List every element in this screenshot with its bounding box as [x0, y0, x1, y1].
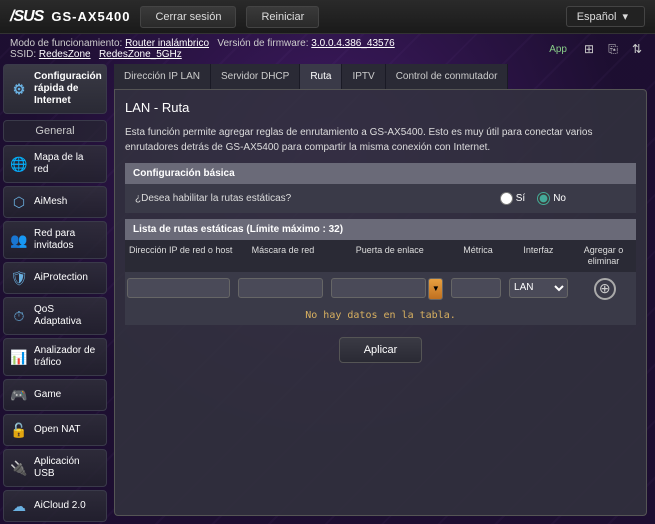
empty-table-message: No hay datos en la tabla. — [125, 306, 636, 325]
nav-general-6[interactable]: 🎮 Game — [3, 379, 107, 411]
radio-yes[interactable]: Sí — [500, 192, 525, 205]
nav-general-5-icon: 📊 — [10, 348, 28, 366]
nav-quickstart-icon: ⚙ — [10, 80, 28, 98]
nav-general-8-label: Aplicación USB — [34, 456, 100, 480]
wifi-icon[interactable]: ⇅ — [629, 41, 645, 57]
ip-input[interactable] — [127, 278, 230, 298]
tab-4[interactable]: Control de conmutador — [386, 64, 509, 89]
tab-3[interactable]: IPTV — [342, 64, 385, 89]
radio-no-input[interactable] — [537, 192, 550, 205]
nav-general-9[interactable]: ☁ AiCloud 2.0 — [3, 490, 107, 522]
nav-general-1[interactable]: ⬡ AiMesh — [3, 186, 107, 218]
firmware-value-link[interactable]: 3.0.0.4.386_43576 — [311, 38, 394, 49]
reboot-button[interactable]: Reiniciar — [246, 6, 319, 28]
mode-value-link[interactable]: Router inalámbrico — [125, 38, 209, 49]
language-select[interactable]: Español ▾ — [566, 6, 645, 27]
section-general: General — [3, 120, 107, 142]
panel-description: Esta función permite agregar reglas de e… — [125, 125, 636, 155]
table-input-row: ▼ LAN ⊕ — [125, 272, 636, 306]
content: Dirección IP LANServidor DHCPRutaIPTVCon… — [110, 64, 655, 524]
nav-general-8[interactable]: 🔌 Aplicación USB — [3, 449, 107, 487]
tab-2[interactable]: Ruta — [300, 64, 342, 89]
section-list-header: Lista de rutas estáticas (Límite máximo … — [125, 219, 636, 240]
nav-general-9-icon: ☁ — [10, 497, 28, 515]
topbar: /SUS GS-AX5400 Cerrar sesión Reiniciar E… — [0, 0, 655, 34]
logout-button[interactable]: Cerrar sesión — [140, 6, 236, 28]
apply-button[interactable]: Aplicar — [339, 337, 423, 363]
sidebar: ⚙ Configuración rápida de Internet General… — [0, 64, 110, 524]
nav-general-4[interactable]: ⏱ QoS Adaptativa — [3, 297, 107, 335]
nav-general-2-label: Red para invitados — [34, 228, 100, 252]
nav-general-5[interactable]: 📊 Analizador de tráfico — [3, 338, 107, 376]
table-header: Dirección IP de red o host Máscara de re… — [125, 240, 636, 272]
metric-input[interactable] — [451, 278, 501, 298]
tab-1[interactable]: Servidor DHCP — [211, 64, 300, 89]
nav-general-3-icon: 🛡 — [10, 269, 28, 287]
radio-no[interactable]: No — [537, 192, 566, 205]
radio-no-label: No — [553, 193, 566, 204]
info-bar: Modo de funcionamiento: Router inalámbri… — [0, 34, 655, 64]
nav-general-4-label: QoS Adaptativa — [34, 304, 100, 328]
nav-general-7[interactable]: 🔓 Open NAT — [3, 414, 107, 446]
nav-quickstart-label: Configuración rápida de Internet — [34, 71, 102, 107]
nav-general-0[interactable]: 🌐 Mapa de la red — [3, 145, 107, 183]
nav-general-1-label: AiMesh — [34, 196, 67, 208]
gateway-dropdown-button[interactable]: ▼ — [428, 278, 443, 300]
col-interface: Interfaz — [506, 240, 571, 272]
nav-general-7-label: Open NAT — [34, 424, 81, 436]
chevron-down-icon: ▾ — [622, 10, 628, 23]
nav-quickstart[interactable]: ⚙ Configuración rápida de Internet — [3, 64, 107, 114]
panel-title: LAN - Ruta — [125, 100, 636, 115]
nav-general-7-icon: 🔓 — [10, 421, 28, 439]
tab-0[interactable]: Dirección IP LAN — [114, 64, 211, 89]
gateway-input[interactable] — [331, 278, 426, 298]
app-badge[interactable]: App — [543, 42, 573, 57]
ssid-label: SSID: — [10, 49, 36, 60]
nav-general-5-label: Analizador de tráfico — [34, 345, 100, 369]
nav-general-0-icon: 🌐 — [10, 155, 28, 173]
ssid-1-link[interactable]: RedesZone — [39, 49, 91, 60]
mode-label: Modo de funcionamiento: — [10, 38, 122, 49]
panel: LAN - Ruta Esta función permite agregar … — [114, 89, 647, 516]
link-icon[interactable]: ⎘ — [605, 41, 621, 57]
radio-yes-input[interactable] — [500, 192, 513, 205]
tabs: Dirección IP LANServidor DHCPRutaIPTVCon… — [114, 64, 647, 89]
ssid-2-link[interactable]: RedesZone_5GHz — [99, 49, 182, 60]
interface-select[interactable]: LAN — [509, 278, 567, 298]
nav-general-2[interactable]: 👥 Red para invitados — [3, 221, 107, 259]
static-routes-question-row: ¿Desea habilitar la rutas estáticas? Sí … — [125, 184, 636, 213]
col-action: Agregar o eliminar — [571, 240, 636, 272]
model-name: GS-AX5400 — [51, 9, 130, 24]
nav-general-0-label: Mapa de la red — [34, 152, 100, 176]
section-basic-header: Configuración básica — [125, 163, 636, 184]
nav-general-6-icon: 🎮 — [10, 386, 28, 404]
nav-general-3[interactable]: 🛡 AiProtection — [3, 262, 107, 294]
nav-general-3-label: AiProtection — [34, 272, 88, 284]
mask-input[interactable] — [238, 278, 323, 298]
col-metric: Métrica — [450, 240, 506, 272]
nav-general-2-icon: 👥 — [10, 231, 28, 249]
nav-general-6-label: Game — [34, 389, 61, 401]
add-row-button[interactable]: ⊕ — [594, 278, 616, 300]
col-mask: Máscara de red — [236, 240, 329, 272]
radio-yes-label: Sí — [516, 193, 525, 204]
question-label: ¿Desea habilitar la rutas estáticas? — [135, 193, 488, 204]
nav-general-4-icon: ⏱ — [10, 307, 28, 325]
col-gateway: Puerta de enlace — [329, 240, 450, 272]
language-label: Español — [577, 11, 617, 23]
col-ip: Dirección IP de red o host — [125, 240, 236, 272]
brand-logo: /SUS — [10, 8, 43, 26]
firmware-label: Versión de firmware: — [217, 38, 308, 49]
nav-general-1-icon: ⬡ — [10, 193, 28, 211]
nav-general-8-icon: 🔌 — [10, 459, 28, 477]
grid-icon[interactable]: ⊞ — [581, 41, 597, 57]
nav-general-9-label: AiCloud 2.0 — [34, 500, 86, 512]
